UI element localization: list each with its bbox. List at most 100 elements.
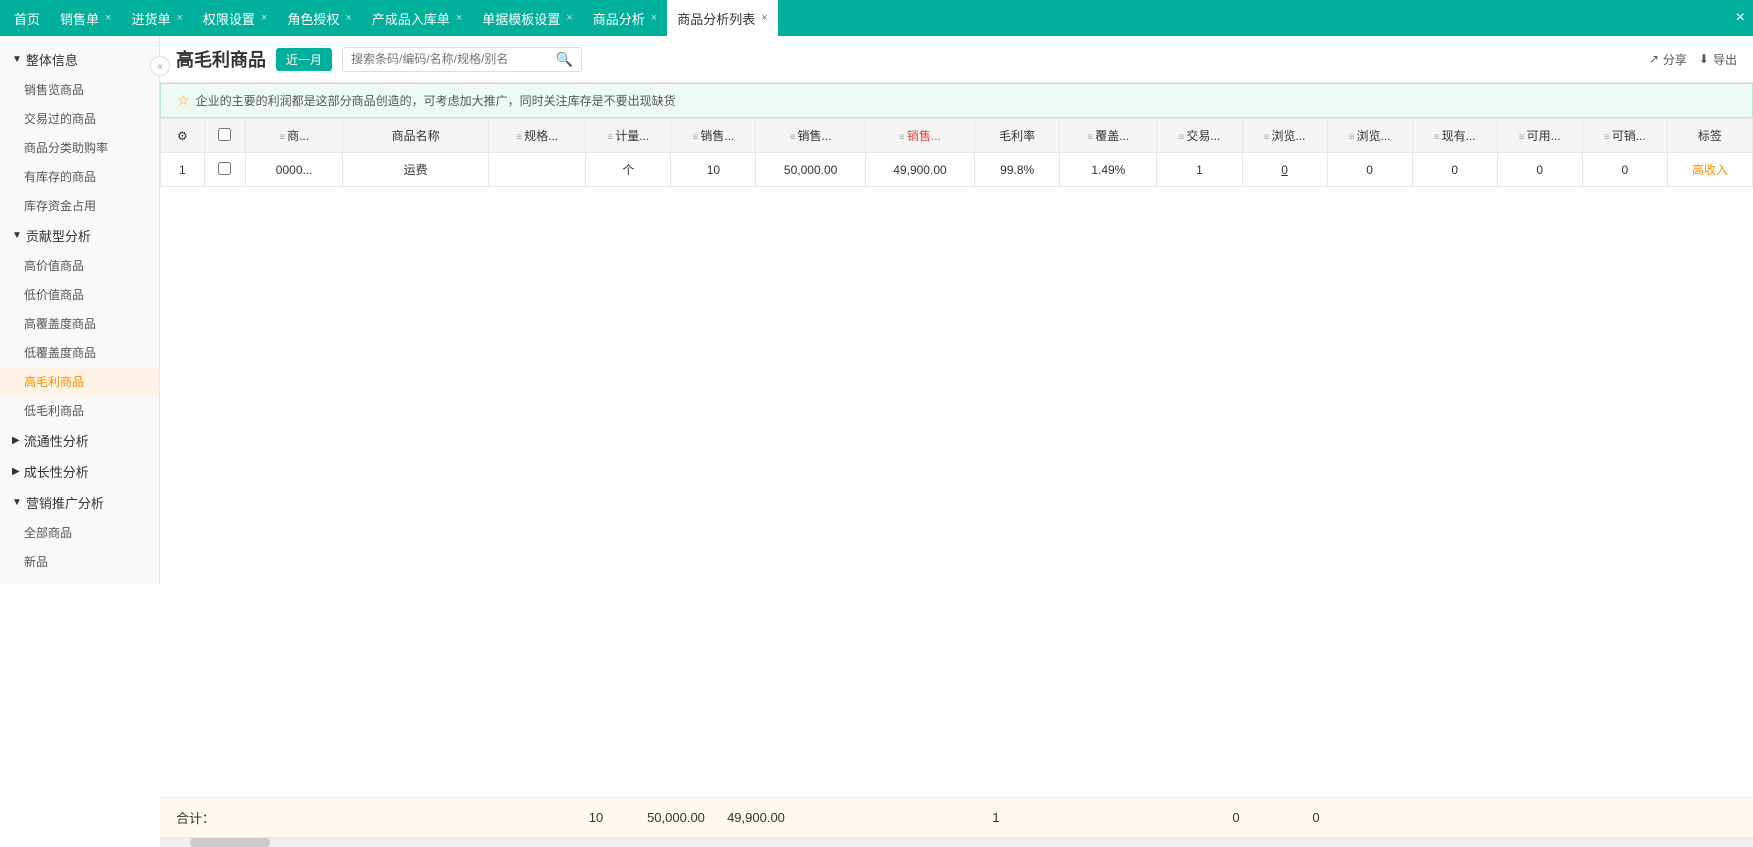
cell-unit: 个	[586, 153, 671, 187]
sidebar: ▼ 整体信息 销售览商品 交易过的商品 商品分类助购率 有库存的商品 库存资金占…	[0, 36, 160, 584]
sidebar-item-new-products[interactable]: 新品	[0, 547, 159, 576]
footer-spacer	[226, 810, 556, 825]
close-product-in-tab[interactable]: ×	[456, 12, 462, 24]
cell-available: 0	[1497, 153, 1582, 187]
sidebar-collapse-button[interactable]: «	[150, 56, 170, 76]
table-container: ⚙ ≡商... 商品名称 ≡规格... ≡计量... ≡销售... ≡销售...…	[160, 118, 1753, 797]
col-checkbox[interactable]	[204, 119, 245, 153]
export-icon: ⬇	[1699, 52, 1709, 66]
close-analysis-tab[interactable]: ×	[651, 12, 657, 24]
close-sales-tab[interactable]: ×	[105, 12, 111, 24]
sidebar-item-sales-overview[interactable]: 销售览商品	[0, 75, 159, 104]
sidebar-group-contribution[interactable]: ▼ 贡献型分析	[0, 220, 159, 251]
settings-icon: ⚙	[177, 129, 188, 143]
sidebar-group-contribution-label: 贡献型分析	[26, 226, 91, 245]
nav-tab-sales[interactable]: 销售单 ×	[50, 0, 121, 36]
search-input[interactable]	[351, 52, 556, 66]
cell-checkbox[interactable]	[204, 153, 245, 187]
cell-tag: 高收入	[1667, 153, 1752, 187]
sidebar-item-low-margin[interactable]: 低毛利商品	[0, 396, 159, 425]
export-button[interactable]: ⬇ 导出	[1699, 51, 1737, 68]
footer-summary: 合计： 10 50,000.00 49,900.00 1 0 0	[160, 797, 1753, 837]
info-icon: ☆	[177, 92, 190, 109]
cell-saleable: 0	[1582, 153, 1667, 187]
cell-browse1[interactable]: 0	[1242, 153, 1327, 187]
sidebar-item-stock-funds[interactable]: 库存资金占用	[0, 191, 159, 220]
cell-sales3: 49,900.00	[865, 153, 974, 187]
header-actions: ↗ 分享 ⬇ 导出	[1649, 51, 1737, 68]
col-gross-rate: 毛利率	[975, 119, 1060, 153]
data-table: ⚙ ≡商... 商品名称 ≡规格... ≡计量... ≡销售... ≡销售...…	[160, 118, 1753, 187]
scrollbar-thumb[interactable]	[190, 838, 270, 847]
nav-tab-permission-label: 权限设置	[203, 9, 255, 28]
info-banner: ☆ 企业的主要的利润都是这部分商品创造的，可考虑加大推广，同时关注库存是不要出现…	[160, 83, 1753, 118]
col-transaction-icon: ≡	[1179, 132, 1185, 143]
nav-tab-template[interactable]: 单据模板设置 ×	[472, 0, 582, 36]
footer-sales1: 10	[556, 810, 636, 825]
close-analysis-list-tab[interactable]: ×	[761, 12, 767, 24]
col-settings[interactable]: ⚙	[161, 119, 205, 153]
sidebar-item-high-margin[interactable]: 高毛利商品	[0, 367, 159, 396]
sidebar-group-marketing-label: 营销推广分析	[26, 493, 104, 512]
nav-tab-permission[interactable]: 权限设置 ×	[193, 0, 277, 36]
col-spec: ≡规格...	[489, 119, 586, 153]
nav-tab-role[interactable]: 角色授权 ×	[277, 0, 361, 36]
sidebar-item-low-value[interactable]: 低价值商品	[0, 280, 159, 309]
nav-tab-analysis[interactable]: 商品分析 ×	[583, 0, 667, 36]
nav-tab-sales-label: 销售单	[60, 9, 99, 28]
sidebar-group-liquidity[interactable]: ▶ 流通性分析	[0, 425, 159, 456]
row-checkbox[interactable]	[218, 162, 231, 175]
col-name: 商品名称	[343, 119, 489, 153]
cell-coverage: 1.49%	[1060, 153, 1157, 187]
col-sales3: ≡销售...	[865, 119, 974, 153]
sidebar-group-growth[interactable]: ▶ 成长性分析	[0, 456, 159, 487]
sidebar-group-overall[interactable]: ▼ 整体信息	[0, 44, 159, 75]
col-tag: 标签	[1667, 119, 1752, 153]
col-unit-icon: ≡	[607, 132, 613, 143]
close-template-tab[interactable]: ×	[566, 12, 572, 24]
sidebar-item-high-coverage[interactable]: 高覆盖度商品	[0, 309, 159, 338]
cell-name: 运费	[343, 153, 489, 187]
nav-tab-analysis-list[interactable]: 商品分析列表 ×	[667, 0, 777, 36]
footer-spacer3	[876, 810, 956, 825]
col-browse1: ≡浏览...	[1242, 119, 1327, 153]
footer-transaction: 1	[956, 810, 1036, 825]
close-role-tab[interactable]: ×	[345, 12, 351, 24]
arrow-marketing: ▼	[12, 497, 22, 508]
content-header: 高毛利商品 近一月 🔍 ↗ 分享 ⬇ 导出	[160, 36, 1753, 83]
nav-tab-purchase[interactable]: 进货单 ×	[121, 0, 192, 36]
main-layout: ▼ 整体信息 销售览商品 交易过的商品 商品分类助购率 有库存的商品 库存资金占…	[0, 36, 1753, 847]
export-label: 导出	[1713, 51, 1737, 68]
time-filter-button[interactable]: 近一月	[276, 48, 332, 71]
sidebar-item-traded[interactable]: 交易过的商品	[0, 104, 159, 133]
sidebar-item-in-stock[interactable]: 有库存的商品	[0, 162, 159, 191]
cell-gross-rate: 99.8%	[975, 153, 1060, 187]
sidebar-item-category-rate[interactable]: 商品分类助购率	[0, 133, 159, 162]
arrow-contribution: ▼	[12, 230, 22, 241]
close-all-button[interactable]: ×	[1736, 9, 1745, 27]
sidebar-group-overall-label: 整体信息	[26, 50, 78, 69]
share-button[interactable]: ↗ 分享	[1649, 51, 1687, 68]
nav-tab-analysis-list-label: 商品分析列表	[677, 9, 755, 28]
close-permission-tab[interactable]: ×	[261, 12, 267, 24]
footer-sales3: 49,900.00	[716, 810, 796, 825]
col-saleable-icon: ≡	[1604, 132, 1610, 143]
nav-tab-analysis-label: 商品分析	[593, 9, 645, 28]
sidebar-group-marketing[interactable]: ▼ 营销推广分析	[0, 487, 159, 518]
close-purchase-tab[interactable]: ×	[176, 12, 182, 24]
nav-tab-home[interactable]: 首页	[4, 0, 50, 36]
bottom-scrollbar[interactable]	[160, 837, 1753, 847]
arrow-overall: ▼	[12, 54, 22, 65]
select-all-checkbox[interactable]	[218, 128, 231, 141]
content-area: 高毛利商品 近一月 🔍 ↗ 分享 ⬇ 导出 ☆ 企业的主要的利润都是这部分商品创…	[160, 36, 1753, 847]
cell-sales2: 50,000.00	[756, 153, 865, 187]
sidebar-item-high-value[interactable]: 高价值商品	[0, 251, 159, 280]
col-sales1-icon: ≡	[692, 132, 698, 143]
footer-available: 0	[1276, 810, 1356, 825]
nav-tab-role-label: 角色授权	[287, 9, 339, 28]
sidebar-item-low-coverage[interactable]: 低覆盖度商品	[0, 338, 159, 367]
nav-tab-product-in-label: 产成品入库单	[372, 9, 450, 28]
sidebar-item-all-products[interactable]: 全部商品	[0, 518, 159, 547]
col-saleable: ≡可销...	[1582, 119, 1667, 153]
nav-tab-product-in[interactable]: 产成品入库单 ×	[362, 0, 472, 36]
